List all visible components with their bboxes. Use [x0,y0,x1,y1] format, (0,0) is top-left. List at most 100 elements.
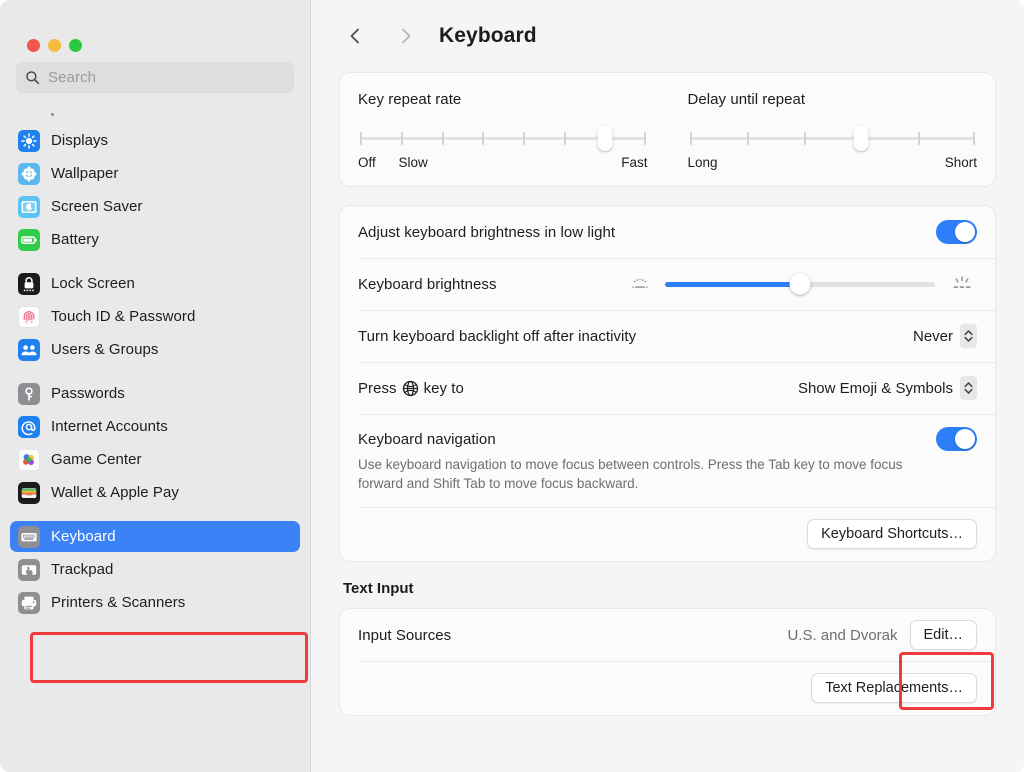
key-repeat-rate-group: Key repeat rate Off Slow Fast [340,91,670,172]
window-controls [0,0,310,62]
maximize-button[interactable] [69,38,82,52]
sidebar-item-label: Lock Screen [51,275,135,292]
keyboard-settings-card: Adjust keyboard brightness in low light … [339,205,996,563]
keyboard-brightness-control [497,273,977,295]
slider-track [689,137,975,140]
trackpad-icon [18,558,40,581]
globe-key-stepper[interactable] [960,376,977,400]
sidebar-item-label: Printers & Scanners [51,594,186,611]
scale-label-fast: Fast [621,155,648,170]
key-repeat-rate-scale: Off Slow Fast [358,155,648,172]
sidebar-item-label: Battery [51,231,99,248]
sidebar-item-wallpaper[interactable]: Wallpaper [10,158,300,189]
sidebar-item-keyboard[interactable]: Keyboard [10,521,300,552]
sidebar-item-label: Trackpad [51,561,114,578]
key-repeat-rate-slider[interactable] [360,125,646,151]
sidebar-item-game-center[interactable]: Game Center [10,444,300,475]
globe-key-label-after: key to [423,379,464,397]
back-button[interactable] [338,19,372,53]
sidebar-item-label: Displays [51,132,109,149]
printers-icon [18,591,40,614]
close-button[interactable] [27,38,40,52]
wallpaper-icon [18,162,40,185]
slider-knob[interactable] [853,125,869,151]
input-sources-label: Input Sources [358,626,452,644]
scale-label-off: Off [358,155,376,170]
adjust-brightness-row: Adjust keyboard brightness in low light [340,206,995,258]
forward-button[interactable] [389,19,423,53]
sidebar-item-partial[interactable] [10,112,300,122]
sidebar-group-3: Passwords Internet Accounts Game Center … [10,378,300,521]
game-center-icon [18,448,40,471]
sidebar-item-label: Passwords [51,385,125,402]
minimize-button[interactable] [48,38,61,52]
globe-key-value[interactable]: Show Emoji & Symbols [798,380,953,397]
sidebar: Search Displays Wallpaper Screen Saver B… [0,0,311,772]
sidebar-item-displays[interactable]: Displays [10,125,300,156]
keyboard-brightness-slider[interactable] [665,273,935,295]
text-input-card: Input Sources U.S. and Dvorak Edit… Text… [339,608,996,717]
main-pane: Keyboard Key repeat rate Off Slow Fast D… [311,0,1024,772]
input-sources-row: Input Sources U.S. and Dvorak Edit… [340,609,995,661]
sidebar-group-4: Keyboard Trackpad Printers & Scanners [10,521,300,631]
chevron-updown-icon [964,382,973,394]
sidebar-item-touch-id[interactable]: Touch ID & Password [10,301,300,332]
sidebar-item-passwords[interactable]: Passwords [10,378,300,409]
chevron-right-icon [402,28,411,44]
sidebar-item-wallet[interactable]: Wallet & Apple Pay [10,477,300,508]
search-icon [26,71,40,85]
search-input[interactable]: Search [16,62,294,93]
search-placeholder: Search [48,69,97,86]
chevron-left-icon [350,28,359,44]
scale-label-slow: Slow [398,155,428,170]
battery-icon [18,228,40,251]
lock-screen-icon [18,272,40,295]
edit-button[interactable]: Edit… [909,620,977,651]
text-replacements-row: Text Replacements… [340,661,995,715]
sidebar-item-lock-screen[interactable]: Lock Screen [10,268,300,299]
sidebar-item-internet-accounts[interactable]: Internet Accounts [10,411,300,442]
sidebar-item-label: Screen Saver [51,198,143,215]
brightness-low-icon [632,278,648,288]
sidebar-item-label: Keyboard [51,528,116,545]
sidebar-item-trackpad[interactable]: Trackpad [10,554,300,585]
system-settings-window: Search Displays Wallpaper Screen Saver B… [0,0,1024,772]
settings-content: Key repeat rate Off Slow Fast Delay unti… [311,72,1024,717]
sidebar-item-screen-saver[interactable]: Screen Saver [10,191,300,222]
sidebar-item-label: Wallpaper [51,165,119,182]
page-title: Keyboard [439,24,537,47]
delay-until-repeat-label: Delay until repeat [687,91,806,108]
internet-accounts-icon [18,415,40,438]
globe-key-label-before: Press [358,379,397,397]
adjust-brightness-toggle[interactable] [936,220,977,244]
sidebar-item-battery[interactable]: Battery [10,224,300,255]
text-replacements-button[interactable]: Text Replacements… [811,673,977,704]
backlight-off-value[interactable]: Never [913,328,953,345]
keyboard-shortcuts-button[interactable]: Keyboard Shortcuts… [807,519,977,550]
toggle-knob [954,428,976,450]
sidebar-item-label: Game Center [51,451,142,468]
partial-label-clip [51,113,54,116]
keyboard-navigation-row: Keyboard navigation Use keyboard navigat… [340,414,995,507]
sidebar-item-label: Wallet & Apple Pay [51,484,179,501]
keyboard-icon [18,525,40,548]
sidebar-item-users-groups[interactable]: Users & Groups [10,334,300,365]
slider-knob[interactable] [789,273,811,295]
backlight-off-stepper[interactable] [960,324,977,348]
delay-until-repeat-group: Delay until repeat Long Short [670,91,996,172]
sidebar-group-2: Lock Screen Touch ID & Password Users & … [10,268,300,378]
screen-saver-icon [18,195,40,218]
keyboard-navigation-label: Keyboard navigation [358,430,496,448]
keyboard-shortcuts-row: Keyboard Shortcuts… [340,507,995,561]
delay-until-repeat-scale: Long Short [688,155,978,170]
delay-until-repeat-slider[interactable] [689,125,975,151]
keyboard-navigation-toggle[interactable] [936,427,977,451]
search-container: Search [0,62,310,93]
text-input-section-title: Text Input [343,580,414,598]
sidebar-item-label: Users & Groups [51,341,159,358]
wallet-icon [18,481,40,504]
sidebar-item-printers-scanners[interactable]: Printers & Scanners [10,587,300,618]
users-groups-icon [18,338,40,361]
slider-knob[interactable] [597,125,613,151]
sidebar-nav: Displays Wallpaper Screen Saver Battery … [0,112,310,772]
